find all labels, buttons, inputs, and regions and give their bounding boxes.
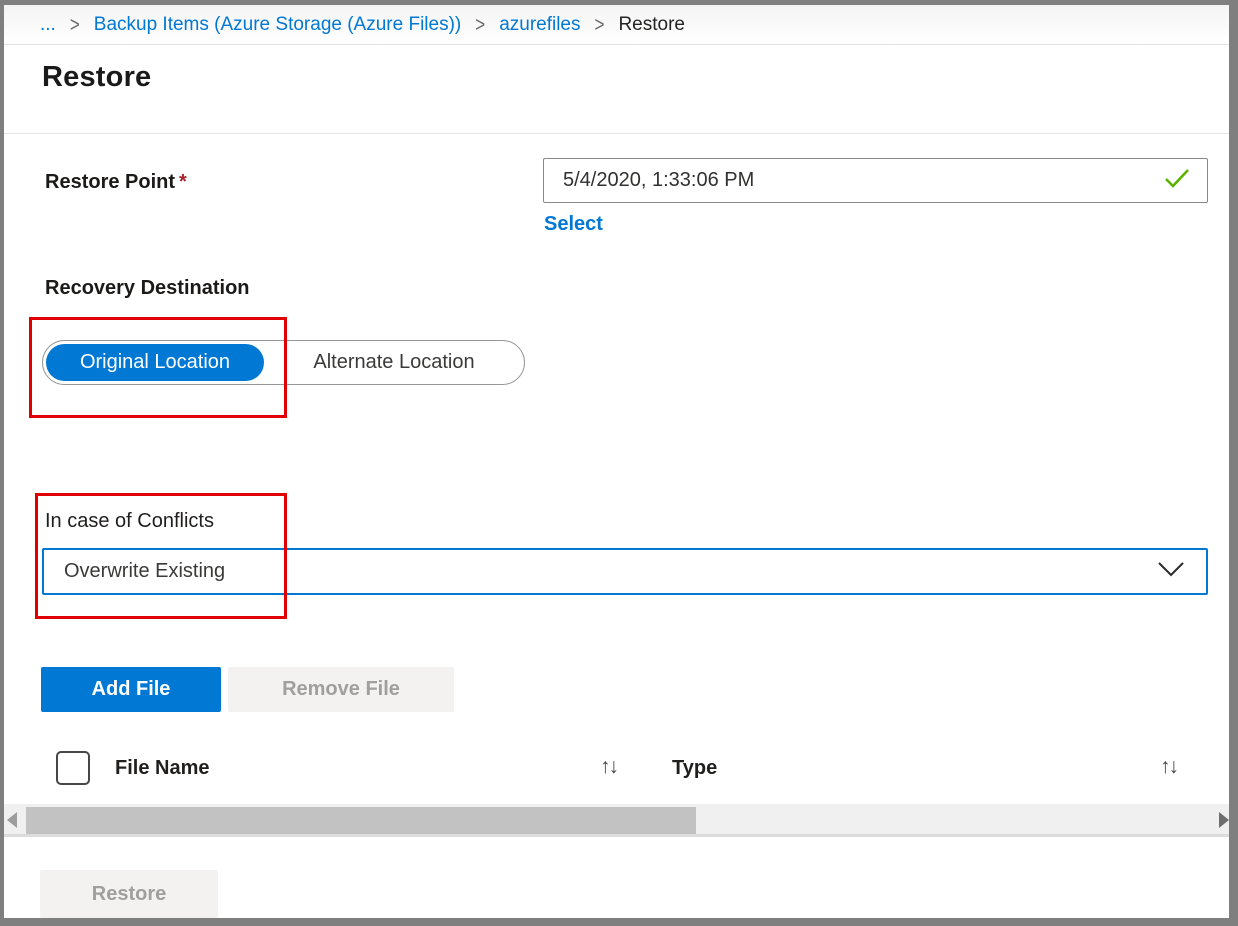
breadcrumb-azurefiles[interactable]: azurefiles: [499, 14, 580, 36]
chevron-right-icon: >: [475, 12, 486, 36]
restore-button[interactable]: Restore: [40, 870, 218, 918]
toggle-alternate-location[interactable]: Alternate Location: [264, 351, 524, 374]
restore-point-label: Restore Point *: [45, 171, 187, 193]
breadcrumb-ellipsis[interactable]: ...: [40, 14, 56, 36]
recovery-destination-label: Recovery Destination: [45, 277, 250, 299]
add-file-button[interactable]: Add File: [41, 667, 221, 712]
scroll-left-arrow-icon[interactable]: [7, 812, 17, 828]
valid-checkmark-icon: [1163, 166, 1191, 196]
chevron-right-icon: >: [594, 12, 605, 36]
restore-point-value: 5/4/2020, 1:33:06 PM: [563, 169, 755, 191]
breadcrumb-backup-items[interactable]: Backup Items (Azure Storage (Azure Files…: [94, 14, 461, 36]
page-title: Restore: [42, 61, 152, 93]
sort-arrows-icon[interactable]: ↑↓: [1160, 755, 1179, 779]
horizontal-scrollbar[interactable]: [4, 804, 1229, 837]
conflicts-dropdown[interactable]: Overwrite Existing: [42, 548, 1208, 595]
remove-file-button[interactable]: Remove File: [228, 667, 454, 712]
restore-point-input[interactable]: 5/4/2020, 1:33:06 PM: [543, 158, 1208, 203]
column-header-file-name[interactable]: File Name: [115, 757, 209, 780]
toggle-original-location[interactable]: Original Location: [46, 344, 264, 381]
breadcrumb: ... > Backup Items (Azure Storage (Azure…: [4, 5, 1229, 45]
window-frame: ... > Backup Items (Azure Storage (Azure…: [0, 0, 1238, 926]
scroll-right-arrow-icon[interactable]: [1219, 812, 1229, 828]
breadcrumb-current: Restore: [618, 13, 685, 35]
conflicts-label: In case of Conflicts: [45, 510, 214, 532]
required-marker: *: [179, 171, 187, 193]
divider: [4, 133, 1229, 134]
select-restore-point-link[interactable]: Select: [544, 213, 603, 236]
chevron-right-icon: >: [69, 12, 80, 36]
sort-arrows-icon[interactable]: ↑↓: [600, 755, 619, 779]
scrollbar-thumb[interactable]: [26, 807, 696, 834]
column-header-type[interactable]: Type: [672, 757, 717, 780]
restore-blade: ... > Backup Items (Azure Storage (Azure…: [4, 5, 1229, 918]
recovery-destination-toggle: Original Location Alternate Location: [42, 340, 525, 385]
select-all-checkbox[interactable]: [56, 751, 90, 785]
conflicts-selected-value: Overwrite Existing: [64, 560, 226, 582]
chevron-down-icon: [1156, 560, 1186, 584]
